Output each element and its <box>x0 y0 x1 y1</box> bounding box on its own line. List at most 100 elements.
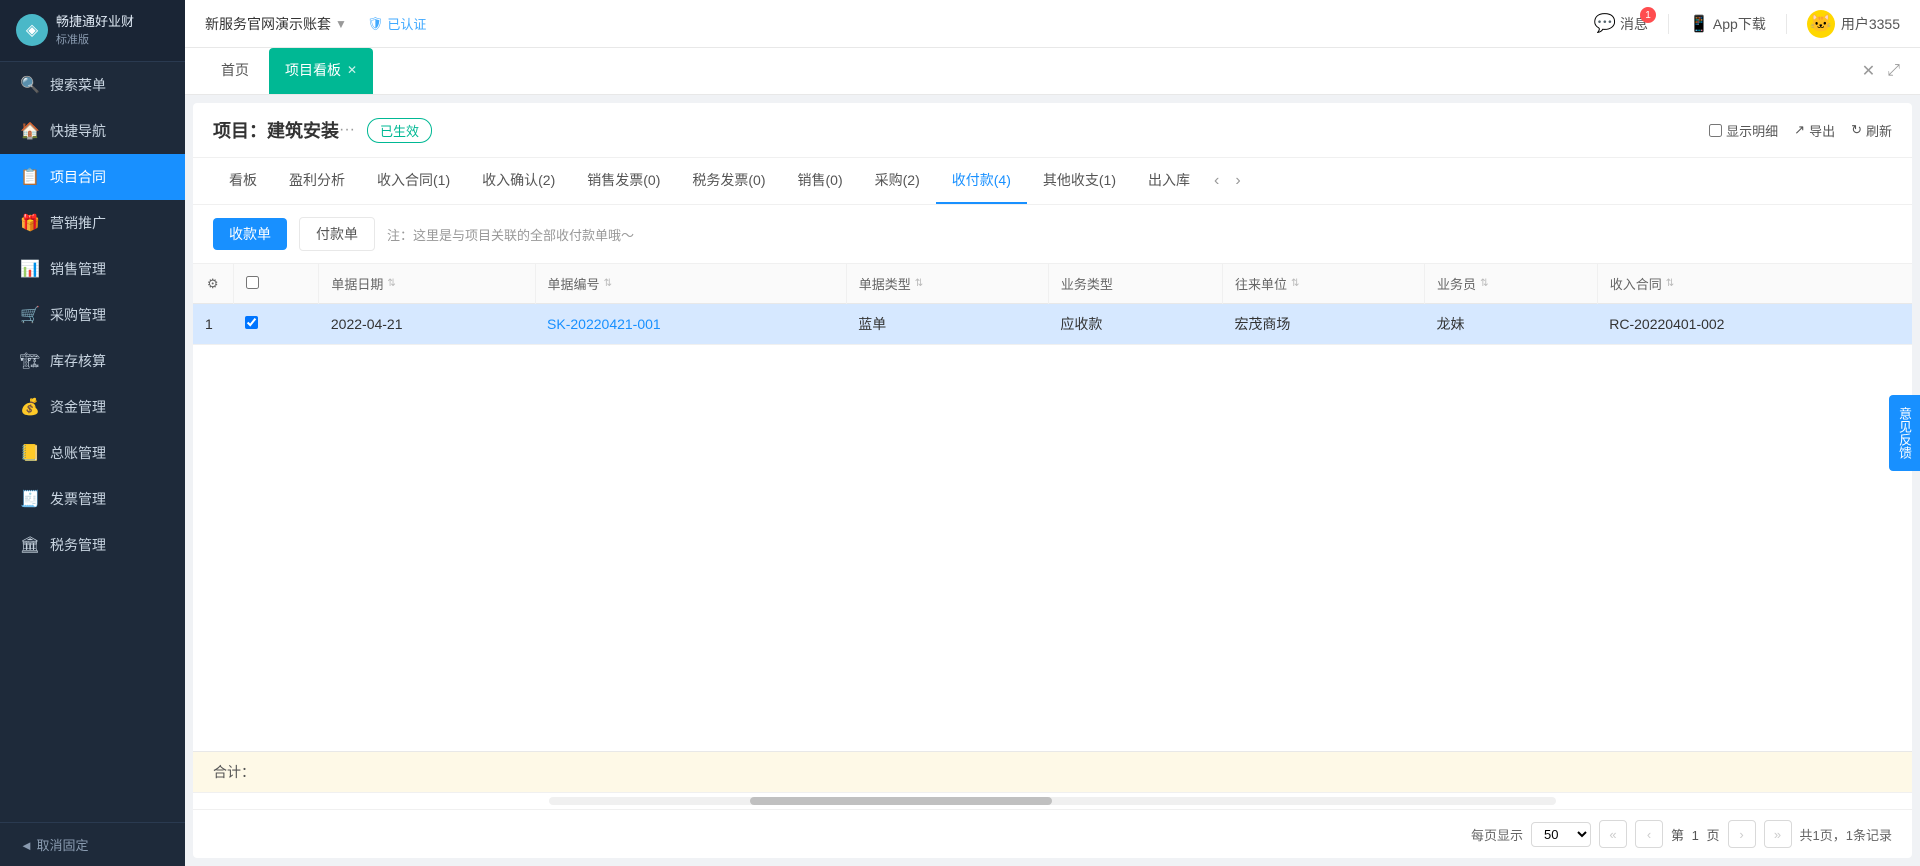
message-badge: 1 <box>1640 7 1656 23</box>
show-detail-input[interactable] <box>1709 124 1722 137</box>
app-download-label: App下载 <box>1713 14 1766 34</box>
td-income-contract: RC-20220401-002 <box>1597 304 1912 345</box>
nav-tab-other[interactable]: 其他收支(1) <box>1027 158 1132 204</box>
sort-partner-icon: ⇅ <box>1291 278 1299 289</box>
shield-icon: 🛡 <box>367 16 384 32</box>
td-number: SK-20220421-001 <box>535 304 846 345</box>
tab-close-icon[interactable]: ✕ <box>347 63 357 77</box>
sub-tab-pay[interactable]: 付款单 <box>299 217 375 251</box>
user-profile[interactable]: 🐱 用户3355 <box>1807 10 1900 38</box>
warehouse-icon: 🏗 <box>20 351 40 371</box>
sidebar-item-purchase[interactable]: 🛒 采购管理 <box>0 292 185 338</box>
sidebar-item-search[interactable]: 🔍 搜索菜单 <box>0 62 185 108</box>
nav-tab-profit[interactable]: 盈利分析 <box>273 158 361 204</box>
user-name: 用户3355 <box>1841 14 1900 34</box>
th-number[interactable]: 单据编号 ⇅ <box>535 264 846 304</box>
sidebar-item-quick[interactable]: 🏠 快捷导航 <box>0 108 185 154</box>
th-partner[interactable]: 往来单位 ⇅ <box>1222 264 1424 304</box>
next-page-icon: › <box>1739 827 1743 842</box>
project-more-button[interactable]: ··· <box>339 121 355 139</box>
row-checkbox[interactable] <box>245 316 258 329</box>
header-divider <box>1668 14 1669 34</box>
sidebar-item-tax[interactable]: 🏛 税务管理 <box>0 522 185 568</box>
th-checkbox <box>233 264 319 304</box>
sidebar-item-label: 资金管理 <box>50 397 106 417</box>
th-salesperson[interactable]: 业务员 ⇅ <box>1425 264 1598 304</box>
home-icon: 🏠 <box>20 121 40 141</box>
unpin-label: ◄ 取消固定 <box>20 835 88 854</box>
data-table-wrapper: ⚙ 单据日期 ⇅ 单据编号 <box>193 264 1912 751</box>
nav-next-arrow[interactable]: › <box>1227 164 1248 198</box>
page-tab-bar: 首页 项目看板 ✕ ✕ ⤢ <box>185 48 1920 95</box>
sidebar-item-invoice[interactable]: 🧾 发票管理 <box>0 476 185 522</box>
th-income-contract[interactable]: 收入合同 ⇅ <box>1597 264 1912 304</box>
chart-icon: 📊 <box>20 259 40 279</box>
horizontal-scrollbar[interactable] <box>193 792 1912 809</box>
feedback-button[interactable]: 意见反馈 <box>1889 395 1920 471</box>
sidebar-item-ledger[interactable]: 📒 总账管理 <box>0 430 185 476</box>
per-page-select[interactable]: 50 100 200 <box>1531 822 1591 847</box>
message-button[interactable]: 💬 消息 1 <box>1594 13 1648 34</box>
nav-prev-arrow[interactable]: ‹ <box>1206 164 1227 198</box>
prev-page-button[interactable]: ‹ <box>1635 820 1663 848</box>
sidebar-item-contract[interactable]: 📋 项目合同 <box>0 154 185 200</box>
total-info: 共1页，1条记录 <box>1800 825 1892 844</box>
sidebar-item-sales[interactable]: 📊 销售管理 <box>0 246 185 292</box>
sidebar-item-finance[interactable]: 💰 资金管理 <box>0 384 185 430</box>
close-window-button[interactable]: ✕ <box>1862 61 1875 81</box>
account-info: 新服务官网演示账套 ▼ 🛡 已认证 <box>205 14 1594 34</box>
search-icon: 🔍 <box>20 75 40 95</box>
sidebar-item-marketing[interactable]: 🎁 营销推广 <box>0 200 185 246</box>
sidebar-item-inventory[interactable]: 🏗 库存核算 <box>0 338 185 384</box>
export-button[interactable]: ↗ 导出 <box>1794 121 1835 140</box>
nav-tab-purchase[interactable]: 采购(2) <box>859 158 936 204</box>
nav-tab-sales[interactable]: 销售(0) <box>782 158 859 204</box>
maximize-window-button[interactable]: ⤢ <box>1887 62 1900 80</box>
nav-tab-tax-invoice[interactable]: 税务发票(0) <box>676 158 781 204</box>
tab-kanban[interactable]: 项目看板 ✕ <box>269 48 373 94</box>
th-type[interactable]: 单据类型 ⇅ <box>846 264 1048 304</box>
account-dropdown-icon[interactable]: ▼ <box>335 17 347 31</box>
sub-tab-receive[interactable]: 收款单 <box>213 218 287 250</box>
app-edition: 标准版 <box>56 31 134 47</box>
nav-tab-kanban[interactable]: 看板 <box>213 158 273 204</box>
show-detail-checkbox[interactable]: 显示明细 <box>1709 121 1778 140</box>
nav-tab-income-confirm[interactable]: 收入确认(2) <box>466 158 571 204</box>
last-page-button[interactable]: » <box>1764 820 1792 848</box>
sidebar-unpin-button[interactable]: ◄ 取消固定 <box>0 822 185 866</box>
window-controls: ✕ ⤢ <box>1862 61 1900 81</box>
th-date[interactable]: 单据日期 ⇅ <box>319 264 535 304</box>
header-actions: 💬 消息 1 📱 App下载 🐱 用户3355 <box>1594 10 1900 38</box>
project-title: 建筑安装 <box>267 121 339 141</box>
first-page-button[interactable]: « <box>1599 820 1627 848</box>
sort-salesperson-icon: ⇅ <box>1480 278 1488 289</box>
nav-tab-income-contract[interactable]: 收入合同(1) <box>361 158 466 204</box>
nav-tab-payment[interactable]: 收付款(4) <box>936 158 1027 204</box>
invoice-icon: 🧾 <box>20 489 40 509</box>
sidebar-item-label: 总账管理 <box>50 443 106 463</box>
nav-tab-inout[interactable]: 出入库 <box>1132 158 1206 204</box>
sort-type-icon: ⇅ <box>915 278 923 289</box>
refresh-button[interactable]: ↻ 刷新 <box>1851 121 1892 140</box>
tab-home[interactable]: 首页 <box>205 48 265 94</box>
nav-tab-sales-invoice[interactable]: 销售发票(0) <box>571 158 676 204</box>
money-icon: 💰 <box>20 397 40 417</box>
sidebar-item-label: 营销推广 <box>50 213 106 233</box>
th-gear[interactable]: ⚙ <box>193 264 233 304</box>
next-page-button[interactable]: › <box>1728 820 1756 848</box>
select-all-checkbox[interactable] <box>246 276 259 289</box>
sidebar-item-label: 发票管理 <box>50 489 106 509</box>
data-table: ⚙ 单据日期 ⇅ 单据编号 <box>193 264 1912 345</box>
table-row[interactable]: 1 2022-04-21 SK-20220421-001 蓝单 <box>193 304 1912 345</box>
cart-icon: 🛒 <box>20 305 40 325</box>
app-download-button[interactable]: 📱 App下载 <box>1689 14 1766 34</box>
sort-number-icon: ⇅ <box>604 278 612 289</box>
account-name: 新服务官网演示账套 <box>205 14 331 34</box>
pagination: 每页显示 50 100 200 « ‹ 第 1 页 › » <box>193 809 1912 858</box>
page-indicator: 第 1 页 <box>1671 825 1720 844</box>
doc-number-link[interactable]: SK-20220421-001 <box>547 316 661 332</box>
sort-contract-icon: ⇅ <box>1666 278 1674 289</box>
th-biz-type: 业务类型 <box>1048 264 1222 304</box>
tab-home-label: 首页 <box>221 60 249 80</box>
prev-page-icon: ‹ <box>1647 827 1651 842</box>
